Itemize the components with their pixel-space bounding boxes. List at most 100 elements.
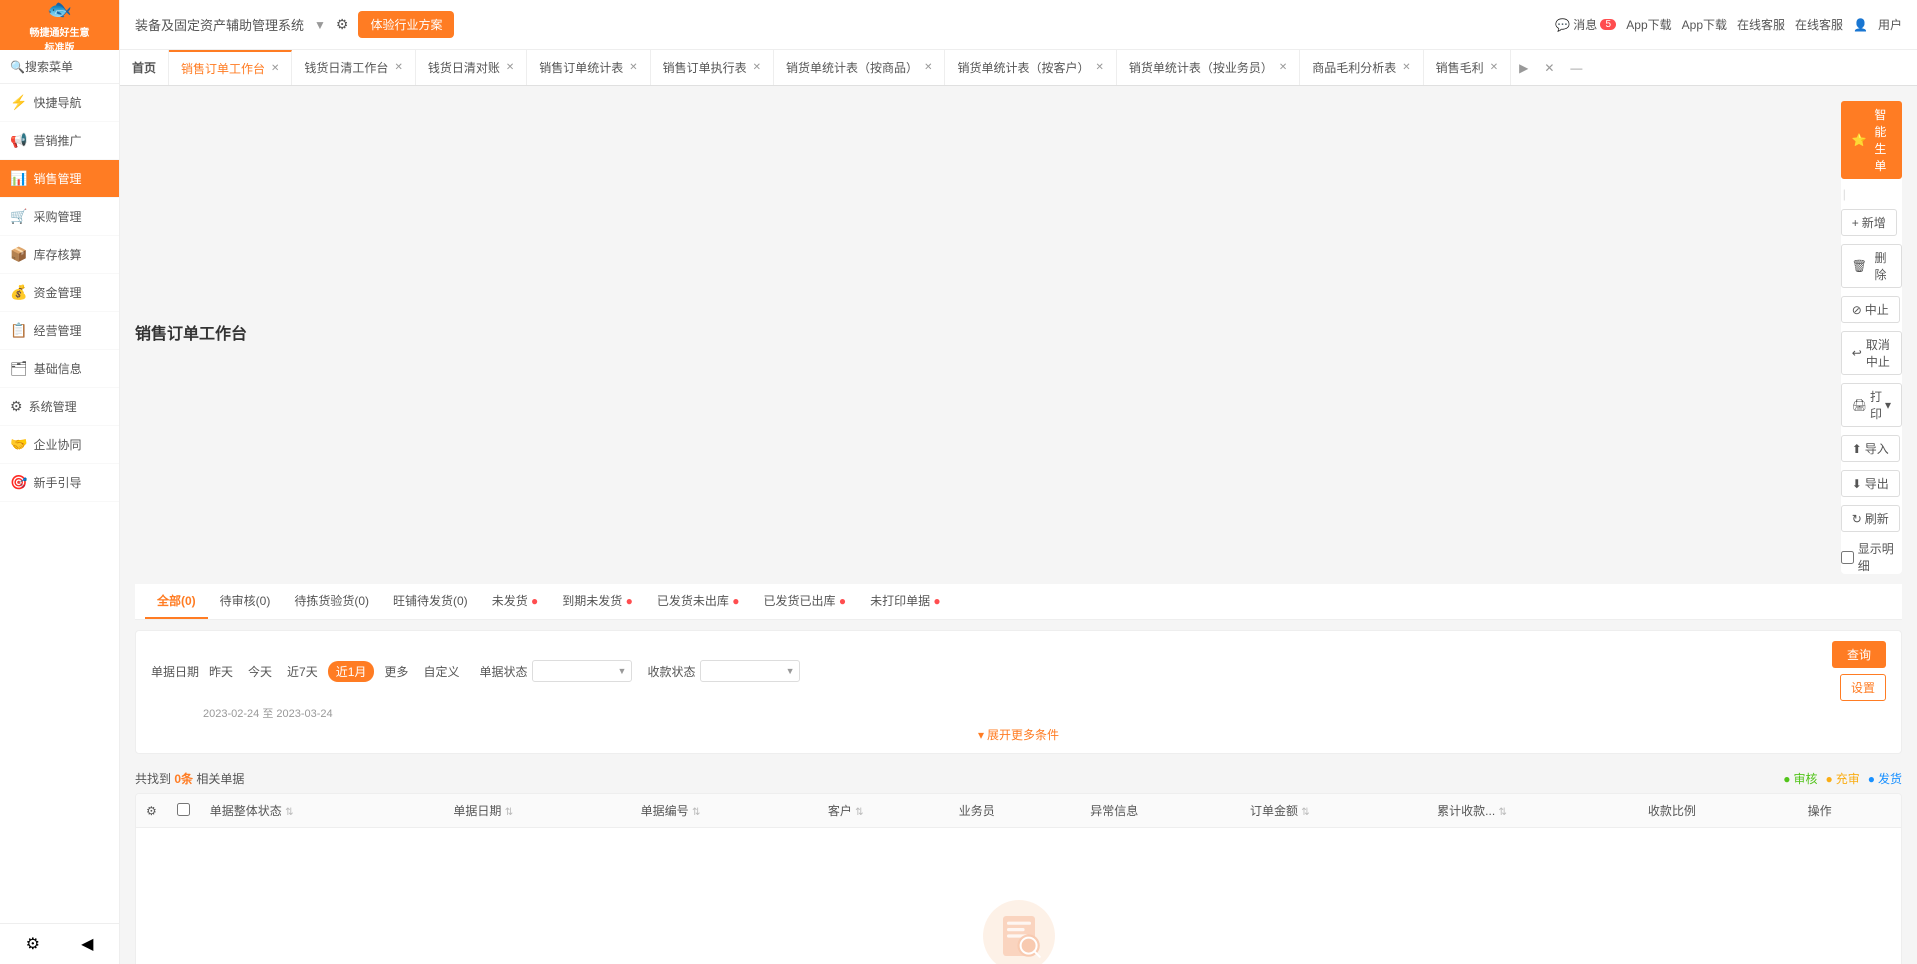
solution-button[interactable]: 体验行业方案	[358, 11, 454, 38]
logo-icon: 🐟	[47, 0, 72, 22]
app-download-label[interactable]: App下载	[1682, 16, 1727, 33]
tab-goods-stats-customer[interactable]: 销货单统计表（按客户） ✕	[945, 50, 1116, 86]
tab-home[interactable]: 首页	[120, 50, 169, 86]
message-icon[interactable]: 💬 消息 5	[1555, 16, 1616, 33]
sidebar-item-marketing[interactable]: 📢 营销推广	[0, 122, 119, 160]
settings-button[interactable]: 设置	[1840, 674, 1886, 701]
date-opt-7days[interactable]: 近7天	[282, 661, 323, 682]
sub-tab-shipped-out[interactable]: 已发货已出库 ●	[751, 584, 858, 619]
settings-icon[interactable]: ⚙	[26, 934, 40, 954]
dropdown-icon[interactable]: ▼	[314, 18, 326, 32]
tab-sales-stats[interactable]: 销售订单统计表 ✕	[527, 50, 650, 86]
date-opt-yesterday[interactable]: 昨天	[204, 661, 238, 682]
cancel-stop-button[interactable]: ↩ 取消中止	[1841, 331, 1902, 375]
app-download[interactable]: App下载	[1626, 16, 1671, 33]
expand-more-btn[interactable]: ▾ 展开更多条件	[151, 726, 1886, 743]
sidebar-item-search[interactable]: 🔍 搜索菜单	[0, 50, 119, 84]
audit-button[interactable]: ● 审核	[1783, 770, 1817, 787]
ship-button[interactable]: ● 发货	[1868, 770, 1902, 787]
sidebar-item-guide[interactable]: 🎯 新手引导	[0, 464, 119, 502]
col-collected[interactable]: 累计收款... ⇅	[1427, 794, 1638, 828]
status-select[interactable]	[532, 660, 632, 682]
delete-button[interactable]: 🗑 删除	[1841, 244, 1902, 288]
smart-create-button[interactable]: ⭐ 智能生单	[1841, 101, 1902, 179]
tab-daily-clear[interactable]: 钱货日清工作台 ✕	[292, 50, 415, 86]
tab-cash-clear[interactable]: 钱货日清对账 ✕	[416, 50, 527, 86]
tab-close-all-icon[interactable]: ✕	[1536, 61, 1562, 75]
sidebar-item-system[interactable]: ⚙ 系统管理	[0, 388, 119, 426]
query-button[interactable]: 查询	[1832, 641, 1886, 668]
date-opt-custom[interactable]: 自定义	[418, 661, 464, 682]
col-customer[interactable]: 客户 ⇅	[818, 794, 949, 828]
collapse-icon[interactable]: ◀	[81, 934, 93, 954]
tab-sales-profit[interactable]: 销售毛利 ✕	[1424, 50, 1511, 86]
sub-tab-pending-audit[interactable]: 待审核(0)	[208, 584, 283, 619]
close-icon[interactable]: ✕	[1279, 62, 1287, 73]
sub-tab-all[interactable]: 全部(0)	[145, 584, 208, 619]
sidebar-item-inventory[interactable]: 📦 库存核算	[0, 236, 119, 274]
close-icon[interactable]: ✕	[924, 62, 932, 73]
show-detail-checkbox[interactable]	[1841, 551, 1854, 564]
sidebar-item-finance[interactable]: 💰 资金管理	[0, 274, 119, 312]
sidebar-item-corp[interactable]: 🤝 企业协同	[0, 426, 119, 464]
col-settings[interactable]: ⚙	[136, 794, 167, 828]
tab-minimize-icon[interactable]: —	[1562, 61, 1590, 75]
stop-button[interactable]: ⊘ 中止	[1841, 296, 1900, 323]
table-header-row: ⚙ 单据整体状态 ⇅ 单据日期 ⇅ 单据编号 ⇅ 客户 ⇅ 业务员 异常信息 订…	[136, 794, 1901, 828]
revoke-button[interactable]: ● 充审	[1825, 770, 1859, 787]
date-opt-today[interactable]: 今天	[243, 661, 277, 682]
col-check[interactable]	[167, 794, 200, 828]
tab-label: 钱货日清对账	[428, 59, 500, 76]
sidebar-item-operation[interactable]: 📋 经营管理	[0, 312, 119, 350]
close-icon[interactable]: ✕	[1402, 62, 1410, 73]
online-service-label[interactable]: 在线客服	[1795, 16, 1843, 33]
tab-label: 销货单统计表（按业务员）	[1129, 59, 1273, 76]
sub-tab-shipped-not-out[interactable]: 已发货未出库 ●	[645, 584, 752, 619]
main-area: 装备及固定资产辅助管理系统 ▼ ⚙ 体验行业方案 💬 消息 5 App下载 Ap…	[120, 0, 1917, 964]
close-icon[interactable]: ✕	[1095, 62, 1103, 73]
close-icon[interactable]: ✕	[753, 62, 761, 73]
sub-tab-wangpu[interactable]: 旺铺待发货(0)	[381, 584, 480, 619]
close-icon[interactable]: ✕	[1490, 62, 1498, 73]
tab-goods-stats-staff[interactable]: 销货单统计表（按业务员） ✕	[1117, 50, 1300, 86]
user-label[interactable]: 用户	[1878, 16, 1902, 33]
star-icon: ⭐	[1852, 133, 1867, 147]
sub-tab-expired-not-shipped[interactable]: 到期未发货 ●	[550, 584, 645, 619]
sub-tab-pending-inspect[interactable]: 待拣货验货(0)	[282, 584, 381, 619]
col-status[interactable]: 单据整体状态 ⇅	[200, 794, 444, 828]
col-number[interactable]: 单据编号 ⇅	[631, 794, 818, 828]
tab-sales-exec[interactable]: 销售订单执行表 ✕	[651, 50, 774, 86]
select-all-checkbox[interactable]	[177, 803, 190, 816]
date-opt-more[interactable]: 更多	[379, 661, 413, 682]
sidebar-item-basic[interactable]: 🗂 基础信息	[0, 350, 119, 388]
tab-sales-workbench[interactable]: 销售订单工作台 ✕	[169, 50, 292, 86]
tabbar: 首页 销售订单工作台 ✕ 钱货日清工作台 ✕ 钱货日清对账 ✕ 销售订单统计表 …	[120, 50, 1917, 86]
new-button[interactable]: + 新增	[1841, 209, 1897, 236]
print-button[interactable]: 🖨 打印 ▾	[1841, 383, 1902, 427]
sub-tab-not-shipped[interactable]: 未发货 ●	[480, 584, 551, 619]
close-icon[interactable]: ✕	[629, 62, 637, 73]
tab-margin-analysis[interactable]: 商品毛利分析表 ✕	[1300, 50, 1423, 86]
import-button[interactable]: ⬆ 导入	[1841, 435, 1900, 462]
show-detail-label[interactable]: 显示明细	[1841, 540, 1902, 574]
tab-goods-stats-product[interactable]: 销货单统计表（按商品） ✕	[774, 50, 945, 86]
col-staff[interactable]: 业务员	[949, 794, 1081, 828]
close-icon[interactable]: ✕	[506, 62, 514, 73]
refresh-button[interactable]: ↻ 刷新	[1841, 505, 1900, 532]
sidebar-item-sales[interactable]: 📊 销售管理	[0, 160, 119, 198]
col-abnormal[interactable]: 异常信息	[1080, 794, 1240, 828]
date-opt-1month[interactable]: 近1月	[328, 661, 375, 682]
sidebar-item-purchase[interactable]: 🛒 采购管理	[0, 198, 119, 236]
settings-topbar-icon[interactable]: ⚙	[336, 16, 349, 33]
col-date[interactable]: 单据日期 ⇅	[443, 794, 630, 828]
online-service[interactable]: 在线客服	[1737, 16, 1785, 33]
system-title: 装备及固定资产辅助管理系统	[135, 15, 304, 34]
sub-tab-not-printed[interactable]: 未打印单据 ●	[858, 584, 953, 619]
close-icon[interactable]: ✕	[271, 63, 279, 74]
sidebar-item-quick[interactable]: ⚡ 快捷导航	[0, 84, 119, 122]
close-icon[interactable]: ✕	[394, 62, 402, 73]
tab-more-icon[interactable]: ▶	[1511, 61, 1536, 75]
export-button[interactable]: ⬇ 导出	[1841, 470, 1900, 497]
payment-select[interactable]	[700, 660, 800, 682]
col-amount[interactable]: 订单金额 ⇅	[1240, 794, 1427, 828]
